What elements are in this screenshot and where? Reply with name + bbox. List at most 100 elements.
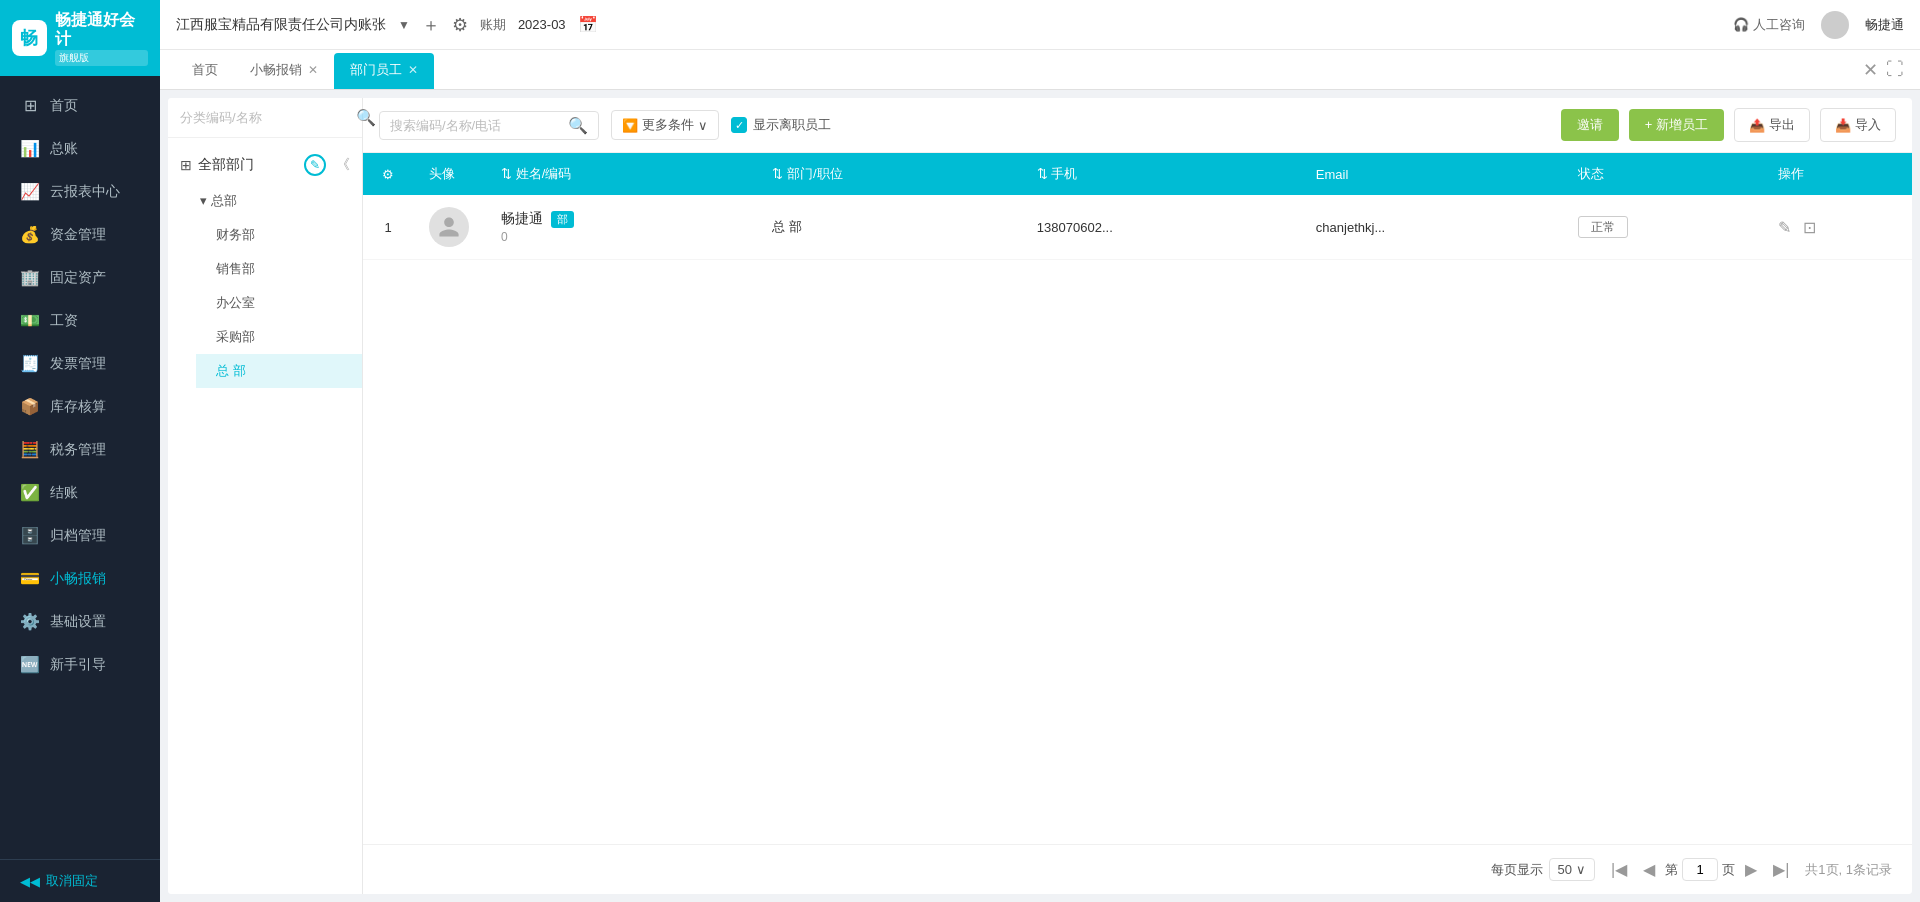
th-dept-position[interactable]: ⇅ 部门/职位 <box>756 153 1020 195</box>
sidebar-item-label: 工资 <box>50 312 78 330</box>
export-button[interactable]: 📤 导出 <box>1734 108 1810 142</box>
sidebar-item-label: 固定资产 <box>50 269 106 287</box>
dept-item-general[interactable]: ▾ 总部 <box>180 184 362 218</box>
topbar-add-button[interactable]: ＋ <box>422 13 440 37</box>
sidebar-item-reports[interactable]: 📈 云报表中心 <box>0 170 160 213</box>
sidebar: 畅 畅捷通好会计 旗舰版 ⊞ 首页 📊 总账 📈 云报表中心 💰 资金管理 🏢 … <box>0 0 160 902</box>
page-first-button[interactable]: |◀ <box>1605 857 1633 882</box>
page-number-input[interactable] <box>1682 858 1718 881</box>
all-departments-item[interactable]: ⊞ 全部部门 ✎ 《 <box>168 146 362 184</box>
company-dropdown-icon[interactable]: ▼ <box>398 18 410 32</box>
topbar-settings-button[interactable]: ⚙ <box>452 14 468 36</box>
name-row: 畅捷通 部 <box>501 210 740 228</box>
page-prev-button[interactable]: ◀ <box>1637 857 1661 882</box>
sidebar-item-expense[interactable]: 💳 小畅报销 <box>0 557 160 600</box>
sort-icon: ⇅ <box>501 166 512 181</box>
edit-employee-icon[interactable]: ✎ <box>1778 218 1791 237</box>
employee-search-input[interactable] <box>390 118 562 133</box>
sidebar-item-tax[interactable]: 🧮 税务管理 <box>0 428 160 471</box>
filter-icon: 🔽 <box>622 118 638 133</box>
archive-icon: 🗄️ <box>20 526 40 545</box>
tab-expense-close-icon[interactable]: ✕ <box>308 63 318 77</box>
tab-expense[interactable]: 小畅报销 ✕ <box>234 53 334 89</box>
per-page-value: 50 <box>1558 862 1572 877</box>
filter-button[interactable]: 🔽 更多条件 ∨ <box>611 110 719 140</box>
dept-tree: ⊞ 全部部门 ✎ 《 ▾ 总部 财务部 销售部 办公室 采购部 总 部 <box>168 138 362 894</box>
cell-index: 1 <box>363 195 413 260</box>
sidebar-item-label: 发票管理 <box>50 355 106 373</box>
dept-item-sales[interactable]: 销售部 <box>196 252 362 286</box>
sidebar-item-funds[interactable]: 💰 资金管理 <box>0 213 160 256</box>
settings-icon: ⚙️ <box>20 612 40 631</box>
page-last-button[interactable]: ▶| <box>1767 857 1795 882</box>
employee-search-box: 🔍 <box>379 111 599 140</box>
sidebar-item-archive[interactable]: 🗄️ 归档管理 <box>0 514 160 557</box>
reports-icon: 📈 <box>20 182 40 201</box>
tab-close-window-icon[interactable]: ✕ <box>1863 59 1878 81</box>
per-page-label: 每页显示 <box>1491 861 1543 879</box>
edit-icon: ✎ <box>310 158 320 172</box>
sidebar-item-inventory[interactable]: 📦 库存核算 <box>0 385 160 428</box>
calendar-icon[interactable]: 📅 <box>578 15 598 34</box>
dept-item-headquarters-active[interactable]: 总 部 <box>196 354 362 388</box>
tab-expand-icon[interactable]: ⛶ <box>1886 59 1904 80</box>
grid-icon: ⊞ <box>180 157 192 173</box>
sidebar-item-invoice[interactable]: 🧾 发票管理 <box>0 342 160 385</box>
app-logo[interactable]: 畅 畅捷通好会计 旗舰版 <box>0 0 160 76</box>
sidebar-item-ledger[interactable]: 📊 总账 <box>0 127 160 170</box>
tab-home-label: 首页 <box>192 61 218 79</box>
unpin-button[interactable]: ◀◀ 取消固定 <box>0 859 160 902</box>
sidebar-item-label: 云报表中心 <box>50 183 120 201</box>
employee-avatar <box>429 207 469 247</box>
th-phone[interactable]: ⇅ 手机 <box>1021 153 1300 195</box>
inventory-icon: 📦 <box>20 397 40 416</box>
cell-phone: 138070602... <box>1021 195 1300 260</box>
th-avatar: 头像 <box>413 153 485 195</box>
dept-edit-button[interactable]: ✎ <box>304 154 326 176</box>
th-name-code[interactable]: ⇅ 姓名/编码 <box>485 153 756 195</box>
sidebar-item-salary[interactable]: 💵 工资 <box>0 299 160 342</box>
sidebar-item-assets[interactable]: 🏢 固定资产 <box>0 256 160 299</box>
add-employee-button[interactable]: + 新增员工 <box>1629 109 1724 141</box>
sidebar-item-label: 基础设置 <box>50 613 106 631</box>
consult-button[interactable]: 🎧 人工咨询 <box>1733 16 1805 34</box>
tax-icon: 🧮 <box>20 440 40 459</box>
delete-employee-icon[interactable]: ⊡ <box>1803 218 1816 237</box>
dept-item-procurement[interactable]: 采购部 <box>196 320 362 354</box>
sidebar-item-label: 资金管理 <box>50 226 106 244</box>
search-icon[interactable]: 🔍 <box>568 116 588 135</box>
sort-icon: ⇅ <box>772 166 783 181</box>
dept-tree-panel: 🔍 ⊞ 全部部门 ✎ 《 ▾ 总部 财务部 销售部 办公室 <box>168 98 363 894</box>
employee-panel: 🔍 🔽 更多条件 ∨ ✓ 显示离职员工 邀请 + 新增员工 📤 导出 <box>363 98 1912 894</box>
sidebar-item-settings[interactable]: ⚙️ 基础设置 <box>0 600 160 643</box>
dept-search-box: 🔍 <box>168 98 362 138</box>
invite-button[interactable]: 邀请 <box>1561 109 1619 141</box>
dept-search-input[interactable] <box>180 110 348 125</box>
tab-department-close-icon[interactable]: ✕ <box>408 63 418 77</box>
closing-icon: ✅ <box>20 483 40 502</box>
tabs-bar: 首页 小畅报销 ✕ 部门员工 ✕ ✕ ⛶ <box>160 50 1920 90</box>
per-page-select-box[interactable]: 50 ∨ <box>1549 858 1595 881</box>
tab-home[interactable]: 首页 <box>176 53 234 89</box>
tab-department[interactable]: 部门员工 ✕ <box>334 53 434 89</box>
sidebar-item-home[interactable]: ⊞ 首页 <box>0 84 160 127</box>
show-resigned-toggle[interactable]: ✓ 显示离职员工 <box>731 116 831 134</box>
cell-actions: ✎ ⊡ <box>1762 195 1912 260</box>
sidebar-item-label: 结账 <box>50 484 78 502</box>
page-navigation: |◀ ◀ 第 页 ▶ ▶| <box>1605 857 1795 882</box>
collapse-icon[interactable]: 《 <box>336 156 350 174</box>
guide-icon: 🆕 <box>20 655 40 674</box>
dept-group-headquarters: ▾ 总部 财务部 销售部 办公室 采购部 总 部 <box>168 184 362 388</box>
import-button[interactable]: 📥 导入 <box>1820 108 1896 142</box>
home-icon: ⊞ <box>20 96 40 115</box>
th-settings[interactable]: ⚙ <box>363 153 413 195</box>
sidebar-item-guide[interactable]: 🆕 新手引导 <box>0 643 160 686</box>
tab-expense-label: 小畅报销 <box>250 61 302 79</box>
ledger-icon: 📊 <box>20 139 40 158</box>
dept-item-finance[interactable]: 财务部 <box>196 218 362 252</box>
sidebar-item-closing[interactable]: ✅ 结账 <box>0 471 160 514</box>
pagination-bar: 每页显示 50 ∨ |◀ ◀ 第 页 ▶ ▶| 共1页, 1条记录 <box>363 844 1912 894</box>
tab-department-label: 部门员工 <box>350 61 402 79</box>
page-next-button[interactable]: ▶ <box>1739 857 1763 882</box>
dept-item-office[interactable]: 办公室 <box>196 286 362 320</box>
